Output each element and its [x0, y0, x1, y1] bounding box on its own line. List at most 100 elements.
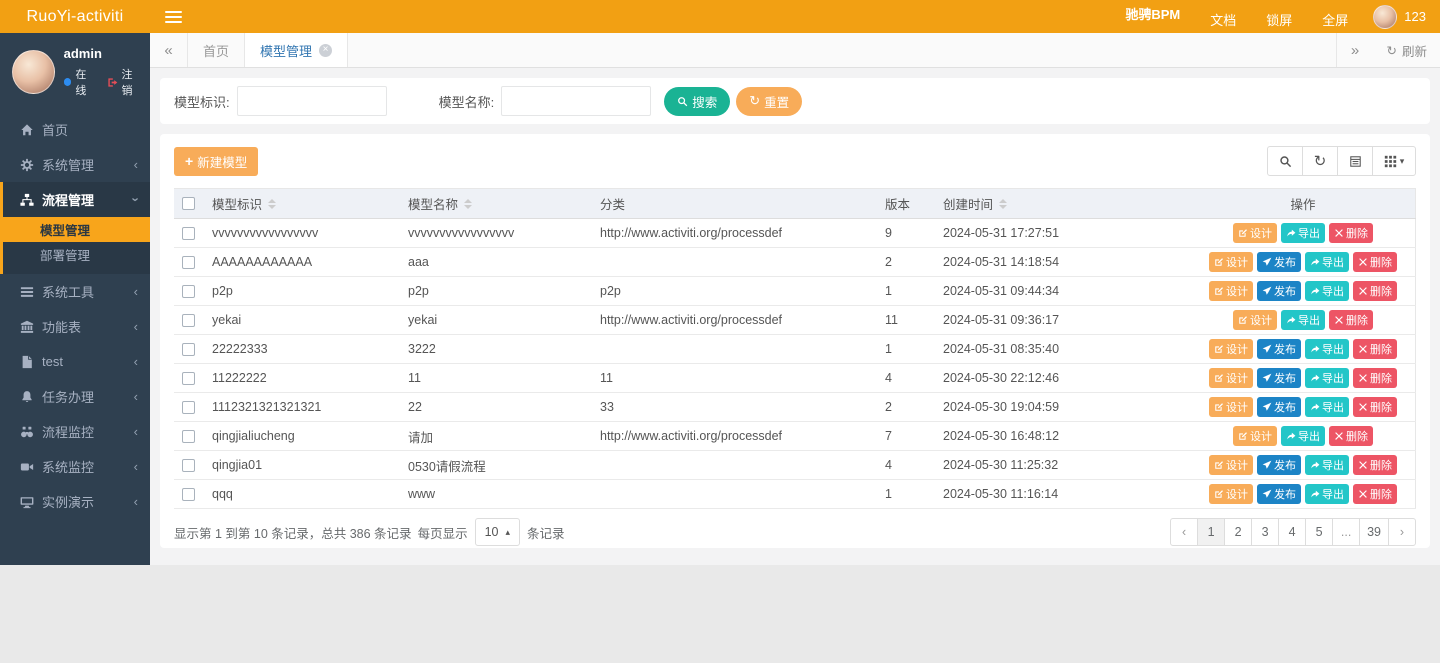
delete-button[interactable]: 删除 — [1353, 252, 1397, 272]
publish-button[interactable]: 发布 — [1257, 397, 1301, 417]
tabs-scroll-right-button[interactable]: » — [1335, 33, 1374, 67]
page-button-2[interactable]: 2 — [1224, 518, 1253, 546]
sidebar-item-home[interactable]: 首页 — [0, 112, 150, 147]
export-button[interactable]: 导出 — [1305, 368, 1349, 388]
delete-button[interactable]: 删除 — [1353, 455, 1397, 475]
column-header-name[interactable]: 模型名称 — [400, 188, 592, 219]
export-button[interactable]: 导出 — [1305, 339, 1349, 359]
columns-button[interactable]: ▾ — [1372, 146, 1416, 176]
user-menu[interactable]: 123 — [1373, 4, 1426, 29]
sidebar-item-deploy-mgmt[interactable]: 部署管理 — [3, 242, 150, 267]
publish-button[interactable]: 发布 — [1257, 455, 1301, 475]
export-button[interactable]: 导出 — [1281, 310, 1325, 330]
row-checkbox[interactable] — [182, 487, 195, 501]
tabs-scroll-left-button[interactable]: « — [150, 33, 188, 67]
column-header-id[interactable]: 模型标识 — [204, 188, 400, 219]
delete-button[interactable]: 删除 — [1353, 397, 1397, 417]
design-button[interactable]: 设计 — [1209, 455, 1253, 475]
design-button[interactable]: 设计 — [1209, 484, 1253, 504]
model-name-input[interactable] — [501, 86, 652, 116]
cell-ver: 7 — [877, 421, 935, 451]
export-button[interactable]: 导出 — [1305, 484, 1349, 504]
export-button[interactable]: 导出 — [1305, 397, 1349, 417]
export-button[interactable]: 导出 — [1305, 455, 1349, 475]
sidebar-item-process-monitor[interactable]: 流程监控 ‹ — [0, 414, 150, 449]
delete-button[interactable]: 删除 — [1329, 426, 1373, 446]
topbar-link-lock-screen[interactable]: 锁屏 — [1261, 10, 1292, 29]
tab-home[interactable]: 首页 — [188, 33, 246, 67]
design-button[interactable]: 设计 — [1233, 310, 1277, 330]
sidebar-item-system-mgmt[interactable]: 系统管理 ‹ — [0, 147, 150, 182]
reset-button[interactable]: ↻ 重置 — [736, 86, 803, 116]
export-button[interactable]: 导出 — [1305, 281, 1349, 301]
row-checkbox[interactable] — [182, 255, 195, 269]
page-button-3[interactable]: 3 — [1251, 518, 1280, 546]
new-model-button[interactable]: + 新建模型 — [174, 146, 259, 176]
export-button[interactable]: 导出 — [1281, 223, 1325, 243]
delete-button[interactable]: 删除 — [1353, 281, 1397, 301]
sort-arrows-icon[interactable] — [999, 198, 1008, 209]
row-checkbox[interactable] — [182, 429, 195, 443]
sidebar-item-system-tools[interactable]: 系统工具 ‹ — [0, 274, 150, 309]
search-toggle-button[interactable] — [1267, 146, 1303, 176]
design-button[interactable]: 设计 — [1209, 397, 1253, 417]
topbar-link-docs[interactable]: ?文档 — [1205, 10, 1236, 29]
refresh-tab-button[interactable]: ↻ 刷新 — [1374, 33, 1440, 67]
row-checkbox[interactable] — [182, 284, 195, 298]
close-icon[interactable]: × — [319, 43, 333, 57]
page-button-1[interactable]: 1 — [1197, 518, 1226, 546]
topbar-link-fullscreen[interactable]: 全屏 — [1317, 10, 1348, 29]
prev-page-button[interactable]: ‹ — [1170, 518, 1199, 546]
publish-button[interactable]: 发布 — [1257, 368, 1301, 388]
card-view-button[interactable] — [1337, 146, 1373, 176]
refresh-button[interactable]: ↻ — [1302, 146, 1338, 176]
tab-model-mgmt[interactable]: 模型管理 × — [245, 33, 349, 67]
delete-button[interactable]: 删除 — [1329, 310, 1373, 330]
search-button[interactable]: 搜索 — [664, 86, 731, 116]
delete-button[interactable]: 删除 — [1353, 368, 1397, 388]
table-row: 22222333 3222 1 2024-05-31 08:35:40 设计 发布 导出 删除 — [174, 334, 1416, 364]
export-button[interactable]: 导出 — [1281, 426, 1325, 446]
avatar[interactable] — [12, 50, 55, 94]
sidebar-item-task-handling[interactable]: 任务办理 ‹ — [0, 379, 150, 414]
design-button[interactable]: 设计 — [1209, 252, 1253, 272]
sort-arrows-icon[interactable] — [464, 198, 473, 209]
model-key-input[interactable] — [236, 86, 387, 116]
row-checkbox[interactable] — [182, 371, 195, 385]
publish-button[interactable]: 发布 — [1257, 252, 1301, 272]
row-checkbox[interactable] — [182, 313, 195, 327]
design-button[interactable]: 设计 — [1233, 223, 1277, 243]
column-header-created[interactable]: 创建时间 — [935, 188, 1191, 219]
row-checkbox[interactable] — [182, 458, 195, 472]
publish-button[interactable]: 发布 — [1257, 484, 1301, 504]
row-checkbox[interactable] — [182, 226, 195, 240]
page-button-39[interactable]: 39 — [1359, 518, 1389, 546]
sidebar-toggle-button[interactable] — [150, 0, 196, 33]
design-button[interactable]: 设计 — [1233, 426, 1277, 446]
sort-arrows-icon[interactable] — [268, 198, 277, 209]
row-checkbox[interactable] — [182, 342, 195, 356]
select-all-checkbox[interactable] — [182, 197, 195, 210]
topbar-link-ccbpm[interactable]: 驰骋BPM — [1125, 4, 1180, 23]
page-button-5[interactable]: 5 — [1305, 518, 1334, 546]
delete-button[interactable]: 删除 — [1329, 223, 1373, 243]
page-button-4[interactable]: 4 — [1278, 518, 1307, 546]
sidebar-item-process-mgmt[interactable]: 流程管理 › — [3, 182, 150, 217]
row-checkbox[interactable] — [182, 400, 195, 414]
delete-button[interactable]: 删除 — [1353, 484, 1397, 504]
design-button[interactable]: 设计 — [1209, 339, 1253, 359]
design-button[interactable]: 设计 — [1209, 368, 1253, 388]
delete-button[interactable]: 删除 — [1353, 339, 1397, 359]
page-size-select[interactable]: 10 ▴ — [474, 518, 521, 546]
sidebar-item-system-monitor[interactable]: 系统监控 ‹ — [0, 449, 150, 484]
logout-link[interactable]: 注销 — [107, 66, 142, 98]
design-button[interactable]: 设计 — [1209, 281, 1253, 301]
sidebar-item-demo[interactable]: 实例演示 ‹ — [0, 484, 150, 519]
sidebar-item-test[interactable]: test ‹ — [0, 344, 150, 379]
publish-button[interactable]: 发布 — [1257, 281, 1301, 301]
publish-button[interactable]: 发布 — [1257, 339, 1301, 359]
next-page-button[interactable]: › — [1388, 518, 1416, 546]
sidebar-item-function-table[interactable]: 功能表 ‹ — [0, 309, 150, 344]
sidebar-item-model-mgmt[interactable]: 模型管理 — [3, 217, 150, 242]
export-button[interactable]: 导出 — [1305, 252, 1349, 272]
